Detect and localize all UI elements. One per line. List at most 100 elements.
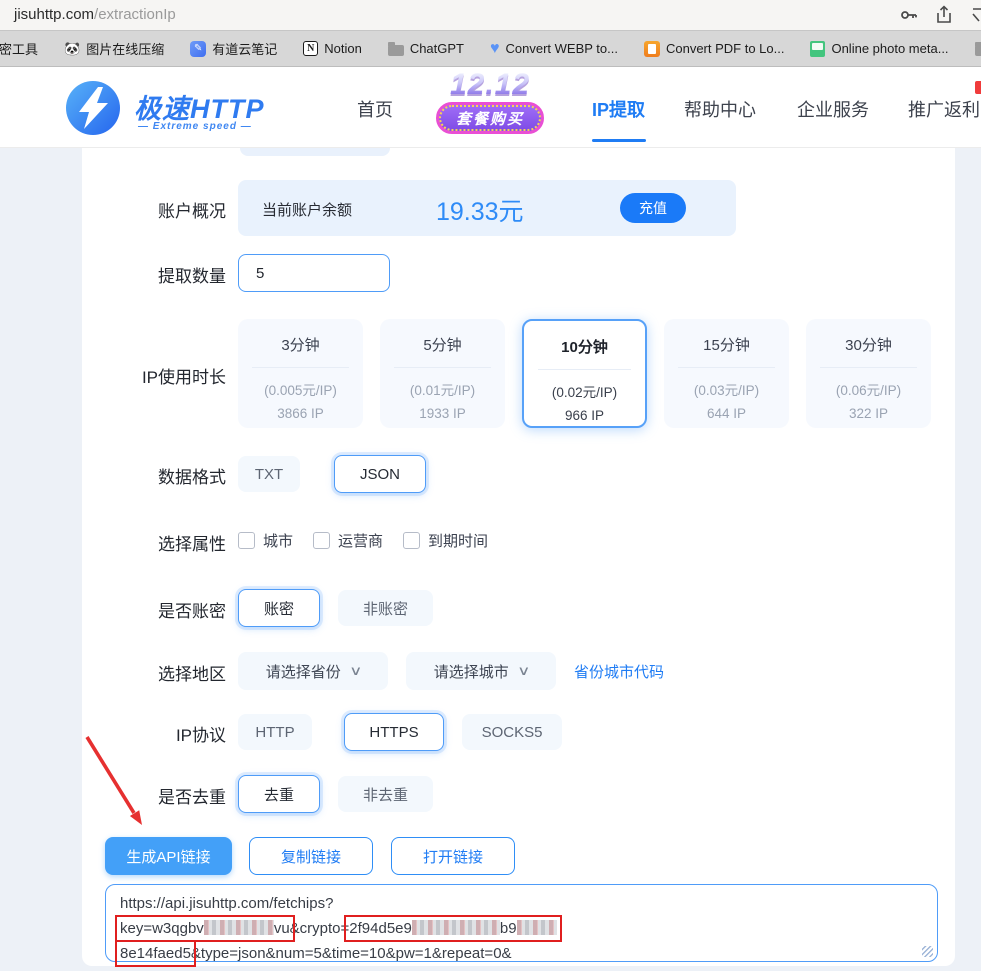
protocol-option-https[interactable]: HTTPS [344,713,444,751]
pdf-converter-icon [643,40,660,57]
auth-option-no-account[interactable]: 非账密 [338,590,433,626]
checkbox-expiry[interactable] [403,532,421,549]
api-url-line3: port=2 [120,966,923,971]
duration-title: 30分钟 [845,337,892,354]
nav-promo-1212[interactable]: 12.12 套餐购买 [433,70,547,142]
nav-home[interactable]: 首页 [357,96,393,122]
duration-card-10min-selected[interactable]: 10分钟 (0.02元/IP) 966 IP [522,319,647,428]
dedup-option-yes[interactable]: 去重 [238,775,320,813]
bookmark-youdao[interactable]: ✎ 有道云笔记 [190,39,277,58]
nav-badge-red [975,81,981,94]
chevron-down-icon: ∨ [516,663,531,678]
promo-pill: 套餐购买 [436,102,544,134]
api-url-output[interactable]: https://api.jisuhttp.com/fetchips? key=w… [105,884,938,971]
duration-price: (0.03元/IP) [693,383,760,398]
field-label-account: 账户概况 [158,202,226,221]
checkbox-city[interactable] [238,532,255,549]
duration-price: (0.02元/IP) [551,385,618,400]
duration-price: (0.06元/IP) [835,383,902,398]
share-icon[interactable] [935,5,953,30]
balance-box: 当前账户余额 19.33元 充值 [238,180,736,236]
duration-card-15min[interactable]: 15分钟 (0.03元/IP) 644 IP [664,319,789,428]
checkbox-carrier[interactable] [313,532,331,549]
duration-title: 15分钟 [703,337,750,354]
copy-link-button[interactable]: 复制链接 [249,837,373,875]
blue-heart-icon: ♥ [490,39,500,57]
duration-ip-count: 322 IP [848,406,889,421]
field-label-duration: IP使用时长 [141,368,226,387]
bookmark-label: 图片在线压缩 [86,42,165,57]
bookmark-label: 有道云笔记 [212,42,278,57]
panda-icon: 🐼 [64,41,81,56]
nav-ip-extract[interactable]: IP提取 [592,96,645,122]
duration-price: (0.005元/IP) [264,383,337,398]
crypto-part: b9 [499,920,517,937]
dedup-option-no[interactable]: 非去重 [338,776,433,812]
bookmark-label: 加密工具 [0,42,39,57]
city-select[interactable]: 请选择城市 ∨ [406,652,556,690]
address-bar[interactable]: jisuhttp.com/extractionIp [14,6,176,23]
duration-title: 5分钟 [423,337,462,354]
bookmark-notion[interactable]: N Notion [303,41,362,56]
bookmark-label: Notion [324,41,362,56]
page: jisuhttp.com/extractionIp 加密工具 🐼 图片在线压缩 ✎… [0,0,981,971]
duration-card-5min[interactable]: 5分钟 (0.01元/IP) 1933 IP [380,319,505,428]
province-select[interactable]: 请选择省份 ∨ [238,652,388,690]
bookmark-photo-meta[interactable]: Online photo meta... [810,40,949,57]
protocol-option-socks5[interactable]: SOCKS5 [462,714,562,750]
photo-meta-icon [810,40,826,57]
auth-option-account[interactable]: 账密 [238,589,320,627]
province-select-value: 请选择省份 [265,663,341,681]
field-label-region: 选择地区 [158,665,226,684]
quantity-input[interactable] [238,254,390,292]
duration-ip-count: 1933 IP [419,406,466,421]
folder-icon [387,41,404,56]
bookmarks-bar: 加密工具 🐼 图片在线压缩 ✎ 有道云笔记 N Notion ChatGPT ♥ Con… [0,30,981,67]
bookmark-image-compress[interactable]: 🐼 图片在线压缩 [64,39,164,58]
browser-topbar: jisuhttp.com/extractionIp [0,0,981,30]
attr-city[interactable]: 城市 [238,530,293,551]
api-url-line2: key=w3qgbv vu&crypto=2f94d5e9 b9 8e14faed5&… [115,915,923,967]
balance-label: 当前账户余额 [262,202,353,219]
site-header: 极速HTTP — Extreme speed — 首页 12.12 套餐购买 I… [0,67,981,148]
url-path: /extractionIp [94,6,176,23]
open-link-button[interactable]: 打开链接 [391,837,515,875]
bookmark-encrypt-tools[interactable]: 加密工具 [0,39,38,58]
bookmark-convert-pdf[interactable]: Convert PDF to Lo... [643,40,784,57]
clipped-toolbar-icon[interactable] [971,5,981,30]
nav-help-center[interactable]: 帮助中心 [684,96,756,122]
key-suffix: vu [273,920,290,937]
bookmark-relakkes-folder[interactable]: Relakkes [974,41,981,56]
pixelated-redaction [203,920,274,935]
field-label-auth: 是否账密 [158,602,226,621]
format-option-json[interactable]: JSON [334,455,426,493]
field-label-attrs: 选择属性 [158,535,226,554]
attr-label: 城市 [263,533,294,550]
attr-expiry[interactable]: 到期时间 [403,530,488,551]
generate-api-link-button[interactable]: 生成API链接 [105,837,232,875]
bookmark-convert-webp[interactable]: ♥ Convert WEBP to... [490,39,618,57]
resize-handle[interactable] [922,946,933,957]
duration-card-3min[interactable]: 3分钟 (0.005元/IP) 3866 IP [238,319,363,428]
bookmark-label: Online photo meta... [831,41,949,56]
recharge-button[interactable]: 充值 [620,193,686,223]
province-city-code-link[interactable]: 省份城市代码 [574,661,664,682]
password-key-icon[interactable] [899,5,919,30]
duration-card-30min[interactable]: 30分钟 (0.06元/IP) 322 IP [806,319,931,428]
key-prefix: key=w3qgbv [120,920,204,937]
crypto-part: 8e14faed5 [120,945,191,962]
crypto-part: 2f94d5e9 [349,920,412,937]
logo-lightning-icon[interactable] [64,79,122,142]
format-option-txt[interactable]: TXT [238,456,300,492]
duration-title: 3分钟 [281,337,320,354]
attr-carrier[interactable]: 运营商 [313,530,383,551]
redbox-key-param: key=w3qgbv vu [115,915,295,942]
promo-1212-text: 12.12 [433,70,547,100]
bookmark-chatgpt-folder[interactable]: ChatGPT [387,41,464,56]
field-label-format: 数据格式 [158,468,226,487]
nav-referral[interactable]: 推广返利 [908,96,980,122]
protocol-option-http[interactable]: HTTP [238,714,312,750]
attr-label: 运营商 [338,533,384,550]
nav-enterprise[interactable]: 企业服务 [797,96,869,122]
notion-icon: N [303,41,319,56]
